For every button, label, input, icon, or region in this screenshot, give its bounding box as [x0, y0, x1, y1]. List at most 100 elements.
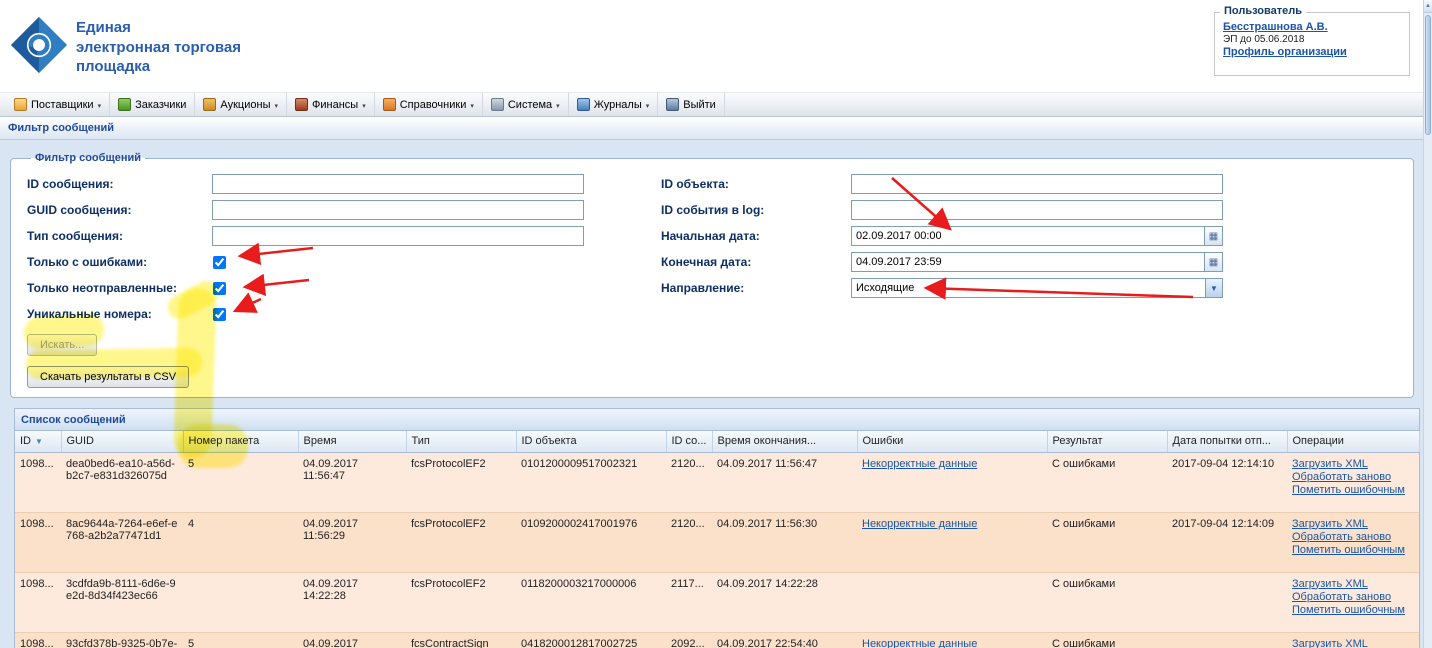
message-guid-input[interactable]	[212, 200, 584, 220]
operation-link[interactable]: Обработать заново	[1292, 471, 1414, 483]
cell-time: 04.09.2017 11:56:29	[298, 512, 406, 573]
menu-item-journals[interactable]: Журналы ▾	[569, 93, 659, 116]
menu-item-label: Система	[507, 98, 553, 111]
cell-type: fcsProtocolEF2	[406, 512, 516, 573]
user-box: Пользователь Бесстрашнова А.В. ЭП до 05.…	[1214, 5, 1410, 76]
operation-link[interactable]: Загрузить XML	[1292, 638, 1414, 648]
message-id-label: ID сообщения:	[27, 177, 114, 191]
operation-link[interactable]: Загрузить XML	[1292, 458, 1414, 470]
cell-time: 04.09.2017 22:54:40	[298, 632, 406, 648]
message-id-input[interactable]	[212, 174, 584, 194]
operation-link[interactable]: Пометить ошибочным	[1292, 484, 1414, 496]
column-header[interactable]: Результат	[1047, 431, 1168, 453]
cell-errors: Некорректные данные	[857, 512, 1047, 573]
column-header[interactable]: Тип	[406, 431, 517, 453]
direction-select[interactable]: Исходящие ▼	[851, 278, 1223, 298]
cell-packet: 5	[183, 452, 298, 513]
column-header-label: ID объекта	[521, 435, 577, 448]
filter-row: GUID сообщения:	[27, 198, 647, 222]
start-date-calendar-button[interactable]: ▦	[1205, 226, 1223, 246]
operation-link[interactable]: Загрузить XML	[1292, 518, 1414, 530]
cell-result: С ошибками	[1047, 572, 1167, 633]
cell-id: 1098...	[15, 632, 61, 648]
chevron-down-icon[interactable]: ▼	[1205, 279, 1222, 297]
search-button[interactable]: Искать...	[27, 334, 98, 356]
unique-numbers-checkbox[interactable]	[213, 307, 226, 321]
message-type-label: Тип сообщения:	[27, 229, 123, 243]
column-header-label: Время окончания...	[717, 435, 817, 448]
menu-item-label: Заказчики	[135, 98, 187, 111]
operation-link[interactable]: Обработать заново	[1292, 591, 1414, 603]
org-profile-link[interactable]: Профиль организации	[1223, 46, 1401, 58]
column-header-label: GUID	[66, 435, 95, 448]
customers-icon	[118, 98, 132, 111]
page-title: Фильтр сообщений	[8, 122, 115, 134]
cell-object-id: 0118200003217000006	[516, 572, 666, 633]
object-id-input[interactable]	[851, 174, 1223, 194]
cell-end-time: 04.09.2017 14:22:28	[712, 572, 857, 633]
operation-link[interactable]: Пометить ошибочным	[1292, 544, 1414, 556]
download-csv-button[interactable]: Скачать результаты в CSV	[27, 366, 190, 388]
start-date-input[interactable]	[851, 226, 1205, 246]
vertical-scrollbar[interactable]: ▲	[1423, 0, 1432, 648]
column-header[interactable]: GUID	[61, 431, 184, 453]
operation-link[interactable]: Обработать заново	[1292, 531, 1414, 543]
menu-item-auctions[interactable]: Аукционы ▾	[195, 93, 287, 116]
user-name-link[interactable]: Бесстрашнова А.В.	[1223, 21, 1401, 33]
error-details-link[interactable]: Некорректные данные	[862, 638, 977, 648]
log-event-id-input[interactable]	[851, 200, 1223, 220]
menu-item-finance[interactable]: Финансы ▾	[287, 93, 375, 116]
filter-row: Уникальные номера:	[27, 302, 647, 326]
column-header-label: ID	[20, 435, 31, 448]
column-header[interactable]: Номер пакета	[183, 431, 299, 453]
column-header[interactable]: ID объекта	[516, 431, 667, 453]
operation-link[interactable]: Загрузить XML	[1292, 578, 1414, 590]
cell-result: С ошибками	[1047, 632, 1167, 648]
cell-errors: Некорректные данные	[857, 452, 1047, 513]
menu-item-label: Поставщики	[31, 98, 94, 111]
cell-end-time: 04.09.2017 11:56:47	[712, 452, 857, 513]
log-event-id-label: ID события в log:	[661, 203, 765, 217]
column-header[interactable]: ID ▼	[15, 431, 62, 453]
menu-item-label: Журналы	[593, 98, 642, 111]
end-date-calendar-button[interactable]: ▦	[1205, 252, 1223, 272]
scroll-up-icon[interactable]: ▲	[1424, 0, 1432, 13]
column-header-label: Время	[303, 435, 337, 448]
column-header[interactable]: Дата попытки отп...	[1167, 431, 1288, 453]
menu-item-directories[interactable]: Справочники ▾	[375, 93, 483, 116]
scrollbar-thumb[interactable]	[1425, 15, 1431, 135]
cell-object-id: 0109200002417001976	[516, 512, 666, 573]
column-header[interactable]: Время	[298, 431, 407, 453]
cell-result: С ошибками	[1047, 512, 1167, 573]
cell-packet: 4	[183, 512, 298, 573]
menu-item-system[interactable]: Система ▾	[483, 93, 569, 116]
error-details-link[interactable]: Некорректные данные	[862, 518, 977, 530]
column-header[interactable]: Время окончания...	[712, 431, 858, 453]
operation-link[interactable]: Пометить ошибочным	[1292, 604, 1414, 616]
cell-event-id: 2117...	[666, 572, 712, 633]
column-header-label: Номер пакета	[188, 435, 260, 448]
cell-operations: Загрузить XML Обработать заново Пометить о…	[1287, 452, 1419, 513]
only-unsent-checkbox[interactable]	[213, 281, 226, 295]
filter-row: Только неотправленные:	[27, 276, 647, 300]
filter-legend: Фильтр сообщений	[35, 152, 142, 164]
menu-item-customers[interactable]: Заказчики	[110, 93, 196, 116]
menu-item-suppliers[interactable]: Поставщики ▾	[6, 93, 111, 116]
auctions-icon	[203, 98, 217, 111]
column-header[interactable]: ID со...	[666, 431, 713, 453]
filter-row: Тип сообщения:	[27, 224, 647, 248]
column-header[interactable]: Ошибки	[857, 431, 1048, 453]
menu-item-exit[interactable]: Выйти	[658, 93, 725, 116]
end-date-input[interactable]	[851, 252, 1205, 272]
message-type-input[interactable]	[212, 226, 584, 246]
menu-item-label: Выйти	[683, 98, 716, 111]
message-guid-label: GUID сообщения:	[27, 203, 132, 217]
filter-row: Начальная дата: ▦	[661, 224, 1281, 248]
filter-right-column: ID объекта: ID события в log: Начальная да…	[661, 172, 1281, 328]
cell-guid: 93cfd378b-9325-0b7e-8d1f...	[61, 632, 183, 648]
only-errors-checkbox[interactable]	[213, 255, 226, 269]
table-row: 1098... dea0bed6-ea10-a56d-b2c7-e831d3260…	[15, 452, 1419, 513]
error-details-link[interactable]: Некорректные данные	[862, 458, 977, 470]
column-header[interactable]: Операции	[1287, 431, 1420, 453]
only-unsent-label: Только неотправленные:	[27, 281, 177, 295]
